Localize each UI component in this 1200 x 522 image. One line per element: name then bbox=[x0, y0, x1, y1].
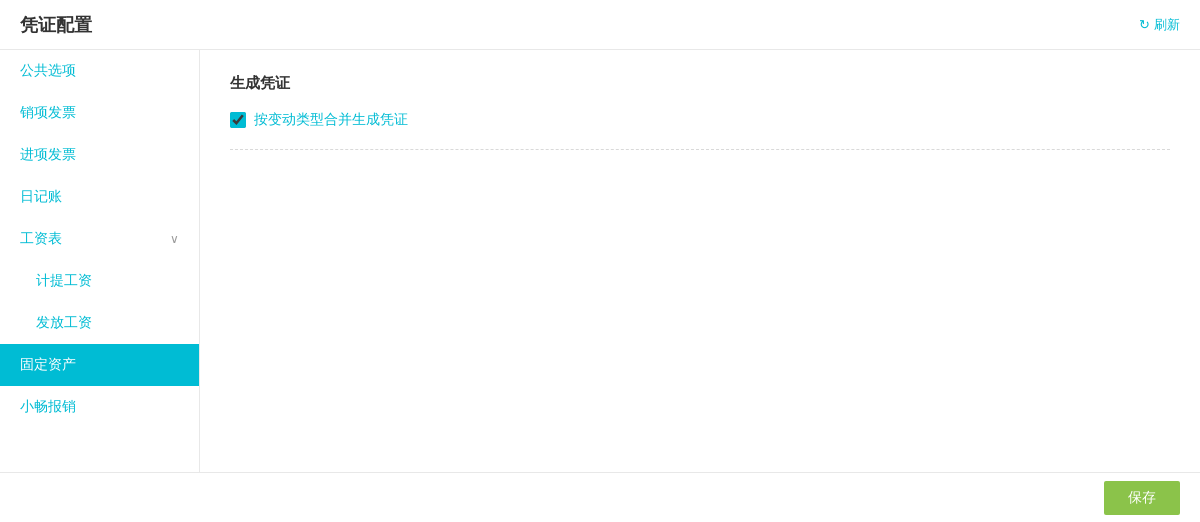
sidebar-item-sales-invoice[interactable]: 销项发票 bbox=[0, 92, 199, 134]
main-container: 公共选项销项发票进项发票日记账工资表 ∨ 计提工资发放工资固定资产小畅报销 生成凭证… bbox=[0, 50, 1200, 522]
sidebar-item-label: 销项发票 bbox=[20, 104, 76, 122]
sidebar-item-purchase-invoice[interactable]: 进项发票 bbox=[0, 134, 199, 176]
sidebar-item-label: 日记账 bbox=[20, 188, 62, 206]
sidebar-item-fixed-assets[interactable]: 固定资产 bbox=[0, 344, 199, 386]
sidebar-item-public-options[interactable]: 公共选项 bbox=[0, 50, 199, 92]
sidebar-item-expense-report[interactable]: 小畅报销 bbox=[0, 386, 199, 428]
sidebar-item-calc-salary[interactable]: 计提工资 bbox=[0, 260, 199, 302]
sidebar-item-label: 固定资产 bbox=[20, 356, 76, 374]
merge-checkbox-label[interactable]: 按变动类型合并生成凭证 bbox=[254, 111, 408, 129]
sidebar-item-label: 发放工资 bbox=[36, 314, 92, 332]
sidebar-item-label: 计提工资 bbox=[36, 272, 92, 290]
page-header: 凭证配置 ↻ 刷新 bbox=[0, 0, 1200, 50]
checkbox-row: 按变动类型合并生成凭证 bbox=[230, 111, 1170, 129]
section-title: 生成凭证 bbox=[230, 74, 1170, 93]
sidebar-item-label: 公共选项 bbox=[20, 62, 76, 80]
chevron-down-icon: ∨ bbox=[170, 232, 179, 246]
sidebar-item-payroll-table[interactable]: 工资表 ∨ bbox=[0, 218, 199, 260]
merge-checkbox[interactable] bbox=[230, 112, 246, 128]
refresh-icon: ↻ bbox=[1139, 17, 1150, 32]
sidebar-item-pay-salary[interactable]: 发放工资 bbox=[0, 302, 199, 344]
sidebar-item-label: 小畅报销 bbox=[20, 398, 76, 416]
sidebar-item-label: 进项发票 bbox=[20, 146, 76, 164]
divider bbox=[230, 149, 1170, 150]
refresh-button[interactable]: ↻ 刷新 bbox=[1139, 16, 1180, 34]
refresh-label: 刷新 bbox=[1154, 16, 1180, 34]
content-area: 生成凭证 按变动类型合并生成凭证 bbox=[200, 50, 1200, 522]
sidebar-item-label: 工资表 bbox=[20, 230, 62, 248]
save-button[interactable]: 保存 bbox=[1104, 481, 1180, 515]
page-title: 凭证配置 bbox=[20, 13, 92, 37]
sidebar: 公共选项销项发票进项发票日记账工资表 ∨ 计提工资发放工资固定资产小畅报销 bbox=[0, 50, 200, 522]
sidebar-item-journal[interactable]: 日记账 bbox=[0, 176, 199, 218]
page-footer: 保存 bbox=[0, 472, 1200, 522]
